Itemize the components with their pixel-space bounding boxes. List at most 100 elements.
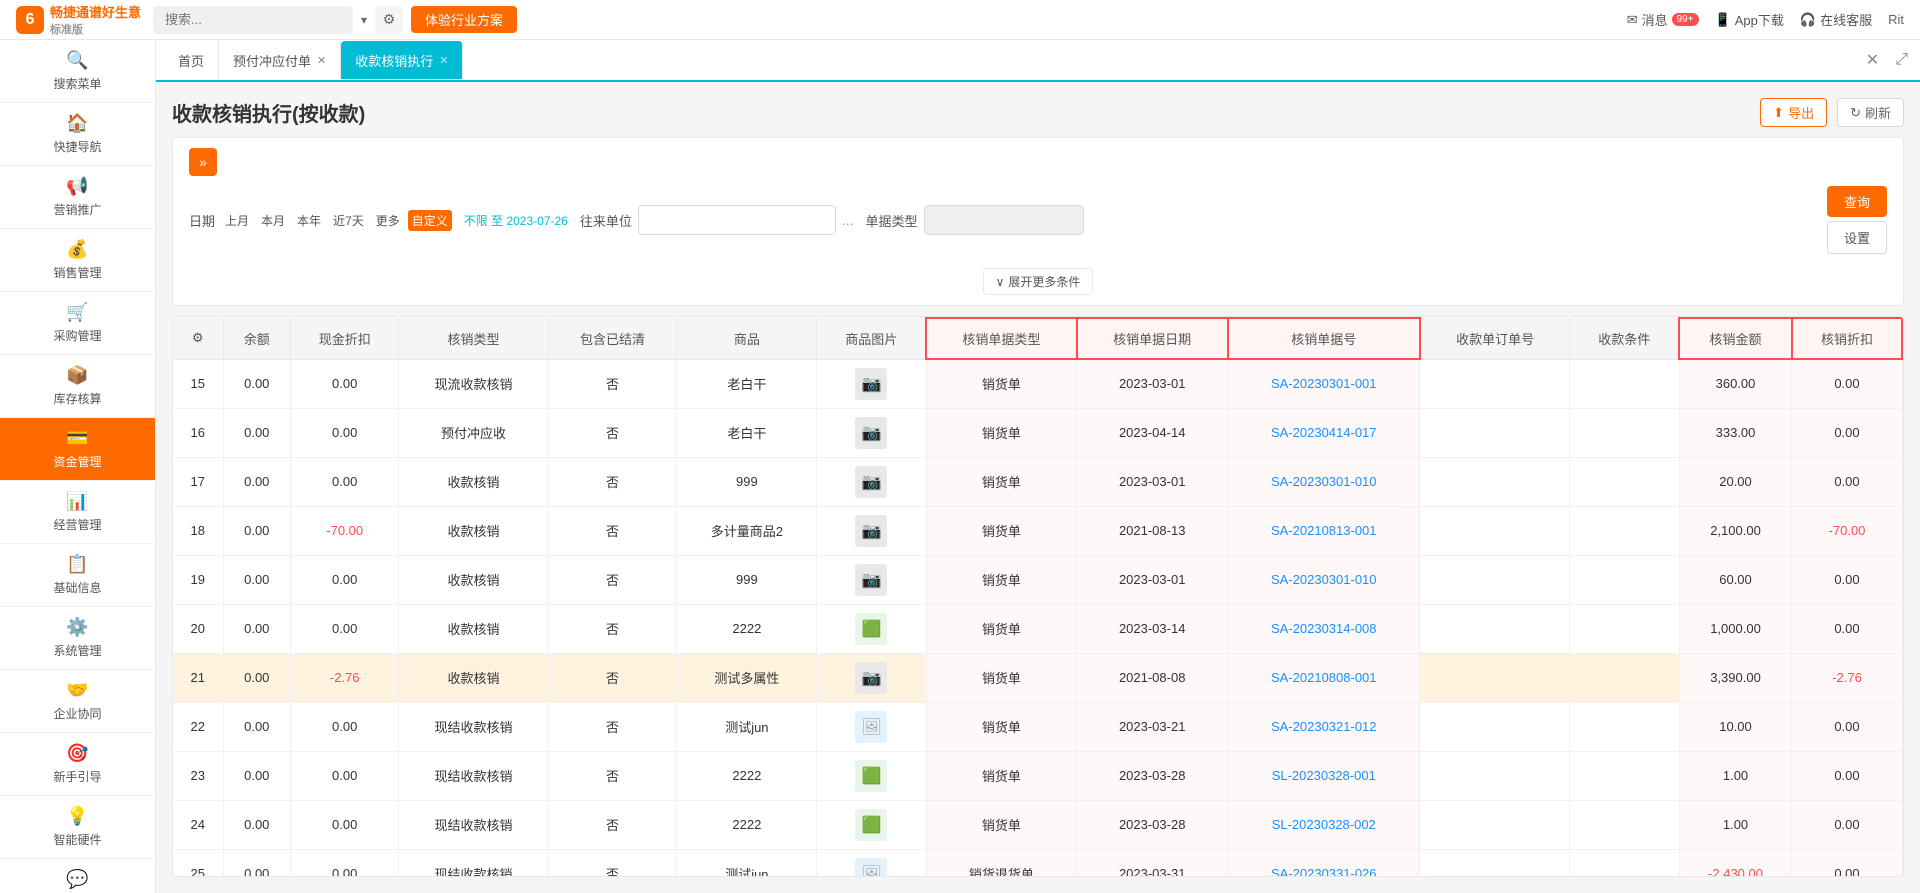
tab-prepay[interactable]: 预付冲应付单 ✕ [219, 41, 341, 79]
sidebar-item-operations[interactable]: 📊 经营管理 [0, 481, 155, 544]
sidebar-item-basicinfo[interactable]: 📋 基础信息 [0, 544, 155, 607]
sidebar-item-finance[interactable]: 💳 资金管理 [0, 418, 155, 481]
cell-verify-type: 收款核销 [399, 604, 548, 653]
finance-icon: 💳 [66, 428, 88, 449]
voucher-no-link[interactable]: SA-20230321-012 [1271, 719, 1377, 734]
date-more[interactable]: 更多 [372, 210, 404, 231]
tab-prepay-close-icon[interactable]: ✕ [317, 54, 326, 67]
cell-verify-voucher-date: 2023-03-28 [1077, 751, 1228, 800]
cell-receipt-order-no [1420, 408, 1570, 457]
voucher-type-select[interactable] [924, 205, 1084, 235]
sidebar-item-wechat[interactable]: 💬 企业微信 [0, 859, 155, 893]
cell-goods: 2222 [677, 800, 817, 849]
cell-verify-amount: 360.00 [1679, 359, 1792, 408]
table-body: 15 0.00 0.00 现流收款核销 否 老白干 📷 销货单 2023-03-… [173, 359, 1902, 877]
cell-verify-voucher-date: 2023-03-01 [1077, 555, 1228, 604]
online-service-link[interactable]: 🎧 在线客服 [1800, 10, 1872, 29]
date-this-month[interactable]: 本月 [257, 210, 289, 231]
setting-button[interactable]: 设置 [1827, 221, 1887, 254]
from-unit-input[interactable] [638, 205, 836, 235]
from-unit-dots: ... [842, 212, 854, 228]
voucher-no-link[interactable]: SL-20230328-002 [1272, 817, 1376, 832]
voucher-no-link[interactable]: SL-20230328-001 [1272, 768, 1376, 783]
cell-verify-voucher-no: SA-20230414-017 [1228, 408, 1420, 457]
cell-cash-discount: 0.00 [291, 555, 399, 604]
export-button[interactable]: ⬆ 导出 [1760, 98, 1827, 127]
cell-receipt-order-no [1420, 506, 1570, 555]
cell-cash-discount: 0.00 [291, 800, 399, 849]
sidebar-item-guide[interactable]: 🎯 新手引导 [0, 733, 155, 796]
sidebar-item-system[interactable]: ⚙️ 系统管理 [0, 607, 155, 670]
voucher-no-link[interactable]: SA-20210813-001 [1271, 523, 1377, 538]
voucher-no-link[interactable]: SA-20230301-010 [1271, 572, 1377, 587]
expand-more-row: ∨ 展开更多条件 [189, 268, 1887, 295]
search-area: ▾ ⚙ 体验行业方案 [153, 6, 1615, 34]
tab-maximize-icon[interactable]: ⤢ [1891, 47, 1912, 73]
voucher-no-link[interactable]: SA-20210808-001 [1271, 670, 1377, 685]
cell-verify-voucher-date: 2023-04-14 [1077, 408, 1228, 457]
refresh-icon: ↻ [1850, 105, 1861, 121]
dropdown-icon[interactable]: ▾ [361, 13, 367, 27]
sidebar-item-hardware[interactable]: 💡 智能硬件 [0, 796, 155, 859]
tab-verify[interactable]: 收款核销执行 ✕ [341, 41, 463, 79]
sidebar-item-enterprise[interactable]: 🤝 企业协同 [0, 670, 155, 733]
cell-verify-voucher-no: SA-20210808-001 [1228, 653, 1420, 702]
voucher-type-group: 单据类型 [866, 205, 1084, 235]
col-header-goods: 商品 [677, 318, 817, 359]
cell-receipt-condition [1570, 751, 1679, 800]
app-download-link[interactable]: 📱 App下载 [1715, 10, 1784, 29]
sidebar-item-sales[interactable]: 💰 销售管理 [0, 229, 155, 292]
date-custom[interactable]: 自定义 [408, 210, 452, 231]
filter-action-buttons: 查询 设置 [1827, 186, 1887, 254]
expand-more-button[interactable]: ∨ 展开更多条件 [983, 268, 1094, 295]
table-row: 25 0.00 0.00 现结收款核销 否 测试jun 🖼 销货退货单 2023… [173, 849, 1902, 877]
voucher-no-link[interactable]: SA-20230301-001 [1271, 376, 1377, 391]
tab-verify-close-icon[interactable]: ✕ [439, 54, 448, 67]
cell-balance: 0.00 [223, 653, 291, 702]
cell-receipt-condition [1570, 849, 1679, 877]
table-row: 23 0.00 0.00 现结收款核销 否 2222 🟩 销货单 2023-03… [173, 751, 1902, 800]
voucher-no-link[interactable]: SA-20230301-010 [1271, 474, 1377, 489]
sidebar-item-inventory[interactable]: 📦 库存核算 [0, 355, 155, 418]
tab-home[interactable]: 首页 [164, 41, 219, 79]
sidebar-item-purchase[interactable]: 🛒 采购管理 [0, 292, 155, 355]
sidebar-item-marketing[interactable]: 📢 营销推广 [0, 166, 155, 229]
search-input[interactable] [153, 6, 353, 34]
query-button[interactable]: 查询 [1827, 186, 1887, 217]
cell-verify-amount: 10.00 [1679, 702, 1792, 751]
voucher-no-link[interactable]: SA-20230414-017 [1271, 425, 1377, 440]
settings-gear-icon[interactable]: ⚙ [375, 6, 403, 34]
cell-receipt-order-no [1420, 457, 1570, 506]
message-icon-area[interactable]: ✉ 消息 99+ [1627, 10, 1699, 29]
cell-cash-discount: 0.00 [291, 702, 399, 751]
cell-verify-voucher-type: 销货单 [926, 800, 1077, 849]
date-7days[interactable]: 近7天 [329, 210, 368, 231]
cell-include-settled: 否 [548, 555, 677, 604]
app-name-group: 畅捷通谱好生意 标准版 [50, 2, 141, 37]
col-header-balance: 余额 [223, 318, 291, 359]
industry-solution-button[interactable]: 体验行业方案 [411, 6, 517, 33]
cell-goods-image: 📷 [817, 359, 926, 408]
sidebar-item-quicknav[interactable]: 🏠 快捷导航 [0, 103, 155, 166]
tab-close-all-icon[interactable]: ✕ [1862, 46, 1883, 74]
date-this-year[interactable]: 本年 [293, 210, 325, 231]
cell-goods: 999 [677, 457, 817, 506]
sidebar-item-search[interactable]: 🔍 搜索菜单 [0, 40, 155, 103]
cell-verify-voucher-no: SL-20230328-001 [1228, 751, 1420, 800]
cell-verify-voucher-no: SA-20230331-026 [1228, 849, 1420, 877]
cell-balance: 0.00 [223, 408, 291, 457]
cell-verify-voucher-date: 2021-08-13 [1077, 506, 1228, 555]
cell-verify-voucher-type: 销货单 [926, 359, 1077, 408]
cell-receipt-order-no [1420, 604, 1570, 653]
cell-goods-image: 📷 [817, 653, 926, 702]
message-badge: 99+ [1672, 13, 1699, 26]
date-last-month[interactable]: 上月 [221, 210, 253, 231]
cell-index: 21 [173, 653, 223, 702]
cell-goods-image: 🟩 [817, 604, 926, 653]
voucher-no-link[interactable]: SA-20230314-008 [1271, 621, 1377, 636]
sidebar-label-operations: 经营管理 [53, 516, 101, 533]
voucher-no-link[interactable]: SA-20230331-026 [1271, 866, 1377, 877]
filter-toggle-button[interactable]: » [189, 148, 217, 176]
goods-thumbnail: 🟩 [855, 809, 887, 841]
refresh-button[interactable]: ↻ 刷新 [1837, 98, 1904, 127]
